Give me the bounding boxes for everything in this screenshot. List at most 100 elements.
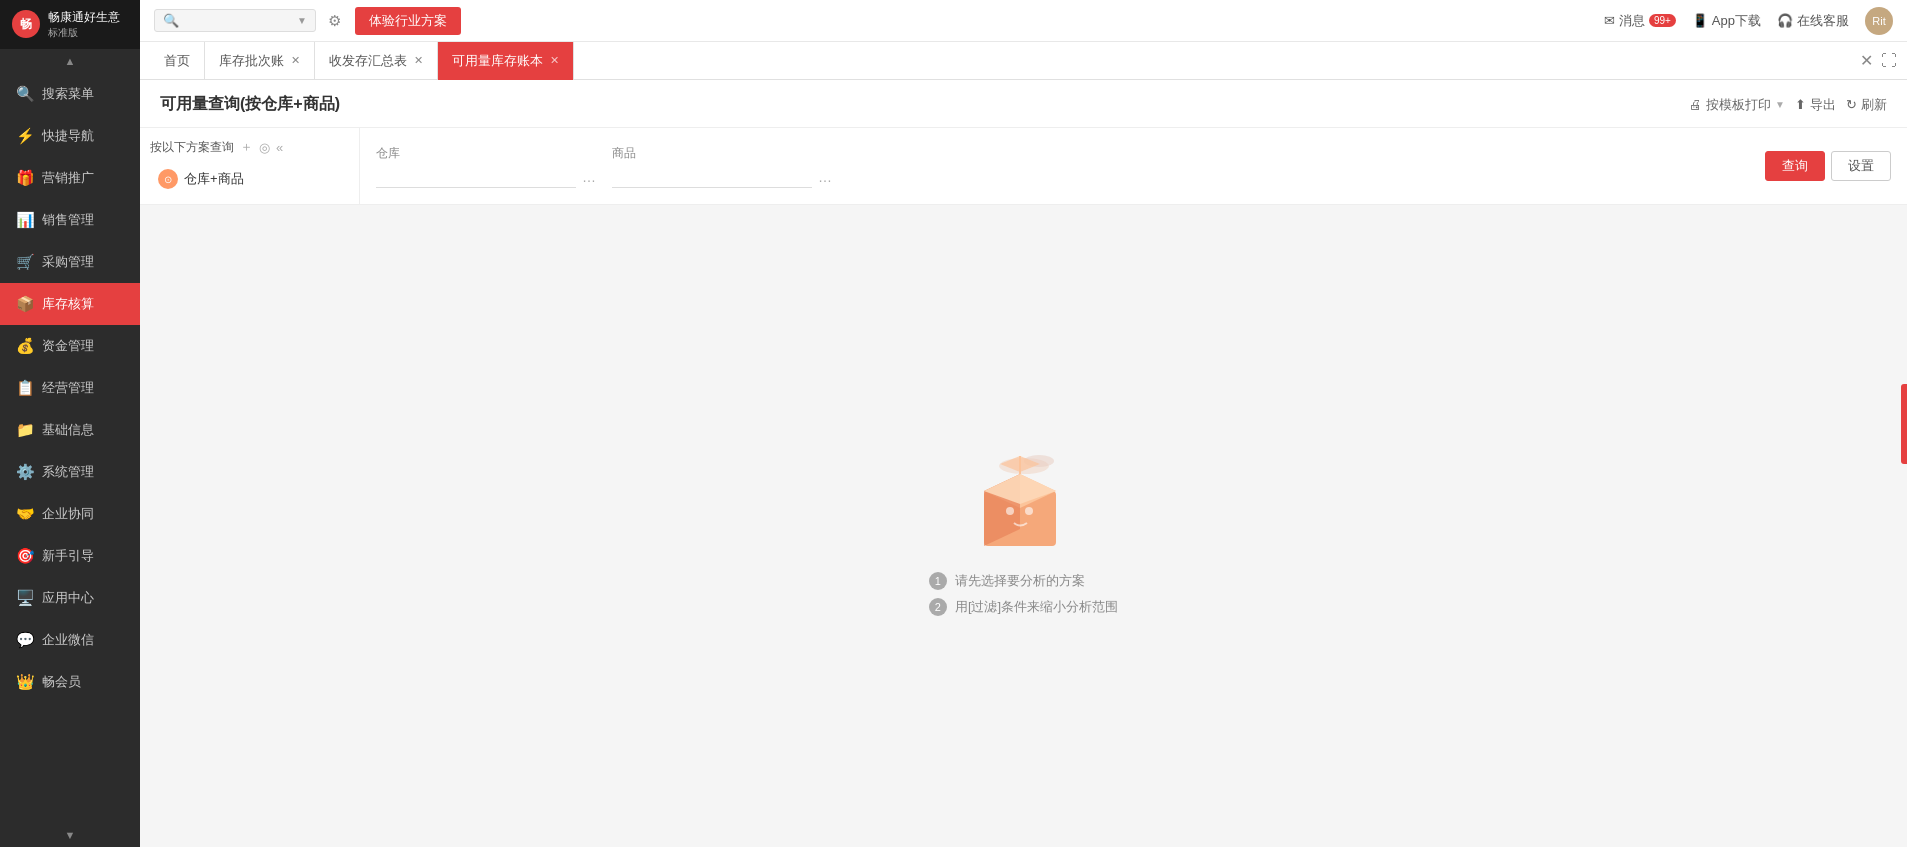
search-dropdown-icon[interactable]: ▼ [297,15,307,26]
enterprise-icon: 🤝 [16,505,34,523]
sidebar-item-label: 畅会员 [42,673,81,691]
search-icon: 🔍 [16,85,34,103]
settings-scheme-icon[interactable]: ◎ [259,140,270,155]
print-dropdown-icon[interactable]: ▼ [1775,99,1785,110]
empty-hints: 1 请先选择要分析的方案 2 用[过滤]条件来缩小分析范围 [929,572,1118,616]
add-scheme-icon[interactable]: ＋ [240,138,253,156]
tab-label: 首页 [164,52,190,70]
sidebar-item-label: 企业协同 [42,505,94,523]
sidebar-brand: 畅康通好生意 标准版 [48,10,120,39]
sidebar-item-search[interactable]: 🔍搜索菜单 [0,73,140,115]
finance-icon: 💰 [16,337,34,355]
hint-text: 请先选择要分析的方案 [955,572,1085,590]
sidebar-item-guide[interactable]: 🎯 新手引导 [0,535,140,577]
close-window-button[interactable]: ✕ [1860,51,1873,70]
page-title: 可用量查询(按仓库+商品) [160,94,340,127]
phone-icon: 📱 [1692,13,1708,28]
warehouse-input-row: … [376,166,596,188]
message-button[interactable]: ✉ 消息 99+ [1604,12,1676,30]
svg-point-5 [1006,507,1014,515]
inventory-icon: 📦 [16,295,34,313]
sidebar-item-purchase[interactable]: 🛒采购管理 [0,241,140,283]
print-button[interactable]: 🖨 按模板打印 ▼ [1689,96,1785,114]
tab-summary[interactable]: 收发存汇总表 ✕ [315,42,438,80]
operations-icon: 📋 [16,379,34,397]
sidebar-item-wechat[interactable]: 💬 企业微信 [0,619,140,661]
sidebar-item-apps[interactable]: 🖥️应用中心 [0,577,140,619]
empty-illustration [964,436,1084,556]
guide-icon: 🎯 [16,547,34,565]
warehouse-input[interactable] [376,166,576,188]
hint-number: 1 [929,572,947,590]
hint-number: 2 [929,598,947,616]
filter-product-field: 商品 … [612,145,832,188]
tab-label: 库存批次账 [219,52,284,70]
scheme-item-warehouse-product[interactable]: ⊙ 仓库+商品 [150,164,349,194]
settings-button[interactable]: 设置 [1831,151,1891,181]
tabbar: 首页库存批次账✕收发存汇总表✕可用量库存账本✕ ✕ ⛶ [140,42,1907,80]
export-icon: ⬆ [1795,97,1806,112]
collapse-icon[interactable]: « [276,140,283,155]
warehouse-more-icon[interactable]: … [582,169,596,185]
sidebar-scroll-up[interactable]: ▲ [0,49,140,73]
sidebar-item-sales[interactable]: 📊销售管理 [0,199,140,241]
online-service-button[interactable]: 🎧 在线客服 [1777,12,1849,30]
sidebar-item-label: 企业微信 [42,631,94,649]
filter-actions: 查询 设置 [1765,151,1891,181]
content-area: 可用量查询(按仓库+商品) 🖨 按模板打印 ▼ ⬆ 导出 ↻ 刷新 [140,80,1907,847]
expand-window-button[interactable]: ⛶ [1881,52,1897,70]
sidebar-header: 畅 畅康通好生意 标准版 [0,0,140,49]
query-button[interactable]: 查询 [1765,151,1825,181]
sidebar-item-label: 采购管理 [42,253,94,271]
page-header-actions: 🖨 按模板打印 ▼ ⬆ 导出 ↻ 刷新 [1689,96,1887,126]
sidebar-item-enterprise[interactable]: 🤝 企业协同 [0,493,140,535]
export-button[interactable]: ⬆ 导出 [1795,96,1836,114]
trial-button[interactable]: 体验行业方案 [355,7,461,35]
tab-available[interactable]: 可用量库存账本✕ [438,42,574,80]
tab-close-available[interactable]: ✕ [550,54,559,67]
user-avatar[interactable]: Rit [1865,7,1893,35]
product-more-icon[interactable]: … [818,169,832,185]
sidebar-item-marketing[interactable]: 🎁 营销推广 [0,157,140,199]
filter-panel: 按以下方案查询 ＋ ◎ « ⊙ 仓库+商品 仓库 … [140,128,1907,205]
marketing-icon: 🎁 [16,169,34,187]
sidebar-item-operations[interactable]: 📋 经营管理 [0,367,140,409]
sidebar-scroll-down[interactable]: ▼ [0,823,140,847]
print-icon: 🖨 [1689,97,1702,112]
svg-point-6 [1025,507,1033,515]
filter-schemes: 按以下方案查询 ＋ ◎ « ⊙ 仓库+商品 [140,128,360,204]
sidebar-item-label: 经营管理 [42,379,94,397]
empty-hint-1: 1 请先选择要分析的方案 [929,572,1118,590]
filter-warehouse-field: 仓库 … [376,145,596,188]
tab-close-batch[interactable]: ✕ [291,54,300,67]
sidebar-item-label: 营销推广 [42,169,94,187]
sidebar-item-basic[interactable]: 📁基础信息 [0,409,140,451]
wechat-icon: 💬 [16,631,34,649]
sidebar-item-member[interactable]: 👑 畅会员 [0,661,140,703]
settings-icon[interactable]: ⚙ [328,12,341,30]
hint-text: 用[过滤]条件来缩小分析范围 [955,598,1118,616]
product-input[interactable] [612,166,812,188]
tab-label: 收发存汇总表 [329,52,407,70]
sidebar-item-label: 库存核算 [42,295,94,313]
sidebar-item-inventory[interactable]: 📦 库存核算 [0,283,140,325]
system-icon: ⚙️ [16,463,34,481]
sidebar-item-label: 基础信息 [42,421,94,439]
sidebar-item-label: 销售管理 [42,211,94,229]
tab-close-summary[interactable]: ✕ [414,54,423,67]
app-download-button[interactable]: 📱 App下载 [1692,12,1761,30]
sidebar-item-system[interactable]: ⚙️系统管理 [0,451,140,493]
sidebar-item-label: 快捷导航 [42,127,94,145]
member-icon: 👑 [16,673,34,691]
sidebar-item-label: 新手引导 [42,547,94,565]
search-input[interactable] [183,14,293,28]
sidebar-item-finance[interactable]: 💰资金管理 [0,325,140,367]
main-area: 🔍 ▼ ⚙ 体验行业方案 ✉ 消息 99+ 📱 App下载 🎧 在线客服 Rit [140,0,1907,847]
refresh-button[interactable]: ↻ 刷新 [1846,96,1887,114]
warehouse-label: 仓库 [376,145,596,162]
tab-batch[interactable]: 库存批次账 ✕ [205,42,315,80]
sidebar-item-shortcut[interactable]: ⚡快捷导航 [0,115,140,157]
tab-home[interactable]: 首页 [150,42,205,80]
sidebar-nav: 🔍搜索菜单⚡快捷导航 🎁 营销推广 📊销售管理🛒采购管理 📦 库存核算 💰资金管理 📋 经营管理… [0,73,140,823]
scheme-label: 仓库+商品 [184,170,244,188]
